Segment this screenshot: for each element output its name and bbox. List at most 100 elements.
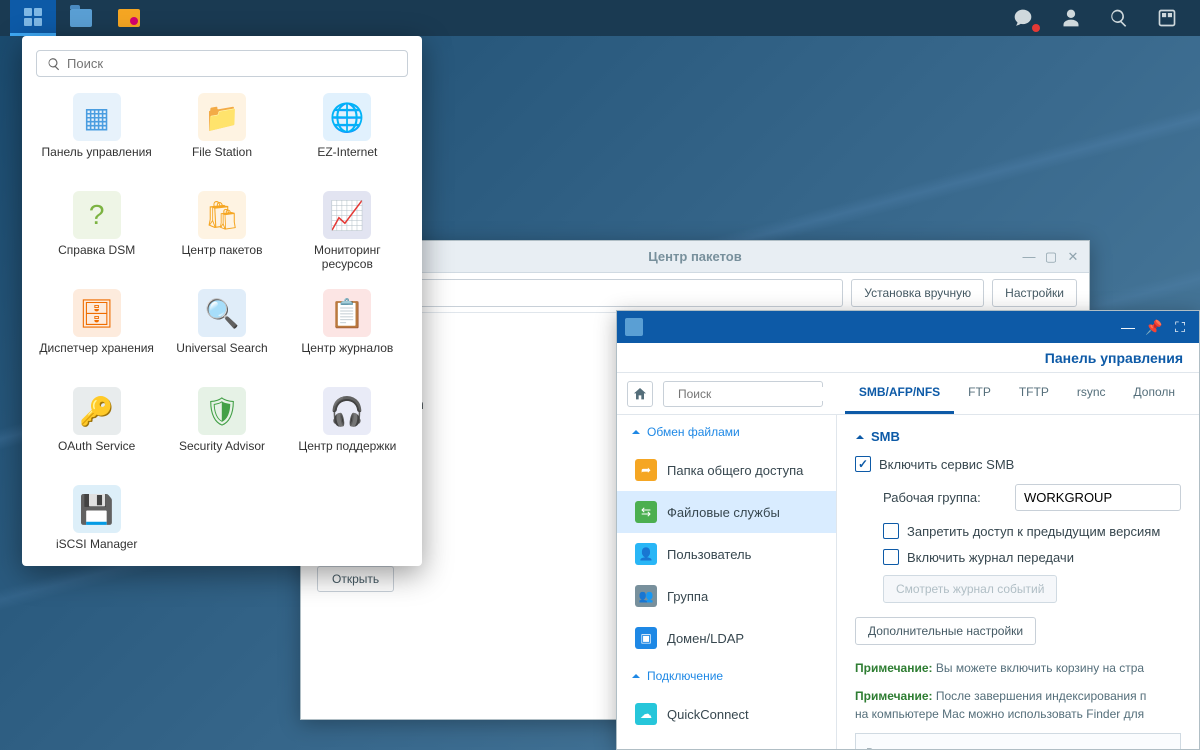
sidebar-item-quickconnect[interactable]: ☁QuickConnect — [617, 693, 836, 735]
app-icon: 💾 — [73, 485, 121, 533]
start-menu: ▦Панель управления📁File Station🌐EZ-Inter… — [22, 36, 422, 566]
folder-icon — [70, 9, 92, 27]
app-label: Центр поддержки — [298, 439, 396, 453]
user-icon: 👤 — [635, 543, 657, 565]
control-panel-titlebar[interactable]: — 📌 ⛶ — [617, 311, 1199, 343]
taskbar-user[interactable] — [1048, 0, 1094, 36]
sidebar-group-filesharing[interactable]: Обмен файлами — [617, 415, 836, 449]
window-minimize-button[interactable]: — — [1019, 248, 1039, 266]
start-menu-item[interactable]: ? Справка DSM — [36, 187, 157, 277]
sidebar-group-connectivity[interactable]: Подключение — [617, 659, 836, 693]
control-panel-search-input[interactable] — [678, 387, 833, 401]
start-menu-item[interactable]: 📁File Station — [161, 89, 282, 179]
window-close-button[interactable]: ✕ — [1063, 248, 1083, 266]
start-menu-search[interactable] — [36, 50, 408, 77]
window-pin-button[interactable]: 📌 — [1143, 317, 1165, 337]
app-label: Панель управления — [42, 145, 152, 159]
tab-more[interactable]: Дополн — [1120, 373, 1189, 414]
start-menu-item[interactable]: 🗄Диспетчер хранения — [36, 285, 157, 375]
workgroup-input[interactable] — [1015, 484, 1181, 511]
app-icon: 🔑 — [73, 387, 121, 435]
home-button[interactable] — [627, 381, 653, 407]
taskbar-notifications[interactable] — [1000, 0, 1046, 36]
smb-section-title[interactable]: SMB — [855, 429, 1181, 444]
app-icon: 📋 — [323, 289, 371, 337]
app-icon: 🎧 — [323, 387, 371, 435]
taskbar-search[interactable] — [1096, 0, 1142, 36]
tab-tftp[interactable]: TFTP — [1005, 373, 1063, 414]
start-menu-item[interactable]: 🛍Центр пакетов — [161, 187, 282, 277]
package-center-title: Центр пакетов — [648, 249, 741, 264]
start-menu-item[interactable]: 📋 Центр журналов — [287, 285, 408, 375]
start-menu-search-input[interactable] — [67, 56, 397, 71]
app-label: Security Advisor — [179, 439, 265, 453]
sidebar-item-file-services[interactable]: ⇆Файловые службы — [617, 491, 836, 533]
manual-install-button[interactable]: Установка вручную — [851, 279, 984, 307]
shared-folder-icon: ➦ — [635, 459, 657, 481]
control-panel-sidebar: Обмен файлами ➦Папка общего доступа ⇆Фай… — [617, 415, 837, 749]
quickconnect-icon: ☁ — [635, 703, 657, 725]
sidebar-item-domain-ldap[interactable]: ▣Домен/LDAP — [617, 617, 836, 659]
start-menu-item[interactable]: 📈Мониторинг ресурсов — [287, 187, 408, 277]
chat-icon — [1013, 8, 1033, 28]
package-icon — [118, 9, 140, 27]
start-menu-grid: ▦Панель управления📁File Station🌐EZ-Inter… — [36, 89, 408, 571]
taskbar-widgets[interactable] — [1144, 0, 1190, 36]
start-menu-item[interactable]: 🌐EZ-Internet — [287, 89, 408, 179]
file-services-icon: ⇆ — [635, 501, 657, 523]
control-panel-search[interactable] — [663, 381, 823, 407]
search-icon — [47, 57, 61, 71]
app-label: EZ-Internet — [317, 145, 377, 159]
sidebar-item-group[interactable]: 👥Группа — [617, 575, 836, 617]
home-icon — [632, 386, 648, 402]
control-panel-header: Панель управления — [617, 343, 1199, 373]
control-panel-content: SMB Включить сервис SMB Рабочая группа: … — [837, 415, 1199, 749]
view-log-button: Смотреть журнал событий — [883, 575, 1057, 603]
app-icon: 🗄 — [73, 289, 121, 337]
tab-rsync[interactable]: rsync — [1063, 373, 1120, 414]
window-minimize-button[interactable]: — — [1117, 317, 1139, 337]
app-icon: 🛡 — [198, 387, 246, 435]
control-panel-icon — [625, 318, 643, 336]
tab-smb-afp-nfs[interactable]: SMB/AFP/NFS — [845, 373, 954, 414]
app-label: Справка DSM — [58, 243, 135, 257]
sidebar-item-user[interactable]: 👤Пользователь — [617, 533, 836, 575]
window-maximize-button[interactable]: ⛶ — [1169, 317, 1191, 337]
deny-previous-checkbox-row[interactable]: Запретить доступ к предыдущим версиям — [883, 523, 1181, 539]
start-menu-item[interactable]: 🎧 Центр поддержки — [287, 383, 408, 473]
workgroup-label: Рабочая группа: — [883, 490, 1003, 505]
chevron-up-icon — [855, 432, 865, 442]
search-icon — [1109, 8, 1129, 28]
apps-grid-icon — [24, 8, 42, 26]
app-icon: 🛍 — [198, 191, 246, 239]
taskbar-app-filestation[interactable] — [58, 0, 104, 36]
start-menu-item[interactable]: 🔍Universal Search — [161, 285, 282, 375]
control-panel-title: Панель управления — [1045, 350, 1183, 366]
start-menu-item[interactable]: 🔑 OAuth Service — [36, 383, 157, 473]
window-maximize-button[interactable]: ▢ — [1041, 248, 1061, 266]
app-icon: 🔍 — [198, 289, 246, 337]
note-1: Примечание: Вы можете включить корзину н… — [855, 659, 1181, 677]
taskbar-app-package[interactable] — [106, 0, 152, 36]
enable-smb-checkbox-row[interactable]: Включить сервис SMB — [855, 456, 1181, 472]
start-menu-item[interactable]: 🛡 Security Advisor — [161, 383, 282, 473]
app-label: iSCSI Manager — [56, 537, 137, 551]
start-menu-item[interactable]: ▦Панель управления — [36, 89, 157, 179]
control-panel-tabs: SMB/AFP/NFS FTP TFTP rsync Дополн — [845, 373, 1189, 414]
advanced-settings-button[interactable]: Дополнительные настройки — [855, 617, 1036, 645]
start-menu-item[interactable]: 💾 iSCSI Manager — [36, 481, 157, 571]
control-panel-window: — 📌 ⛶ Панель управления SMB/AFP/NFS FTP … — [616, 310, 1200, 750]
app-icon: ? — [73, 191, 121, 239]
enable-log-checkbox-row[interactable]: Включить журнал передачи — [883, 549, 1181, 565]
tab-ftp[interactable]: FTP — [954, 373, 1005, 414]
taskbar — [0, 0, 1200, 36]
note-2: Примечание: После завершения индексирова… — [855, 687, 1181, 723]
app-label: Центр журналов — [301, 341, 393, 355]
app-label: OAuth Service — [58, 439, 135, 453]
package-settings-button[interactable]: Настройки — [992, 279, 1077, 307]
ldap-icon: ▣ — [635, 627, 657, 649]
group-icon: 👥 — [635, 585, 657, 607]
start-menu-button[interactable] — [10, 0, 56, 36]
sidebar-item-shared-folder[interactable]: ➦Папка общего доступа — [617, 449, 836, 491]
widgets-icon — [1157, 8, 1177, 28]
